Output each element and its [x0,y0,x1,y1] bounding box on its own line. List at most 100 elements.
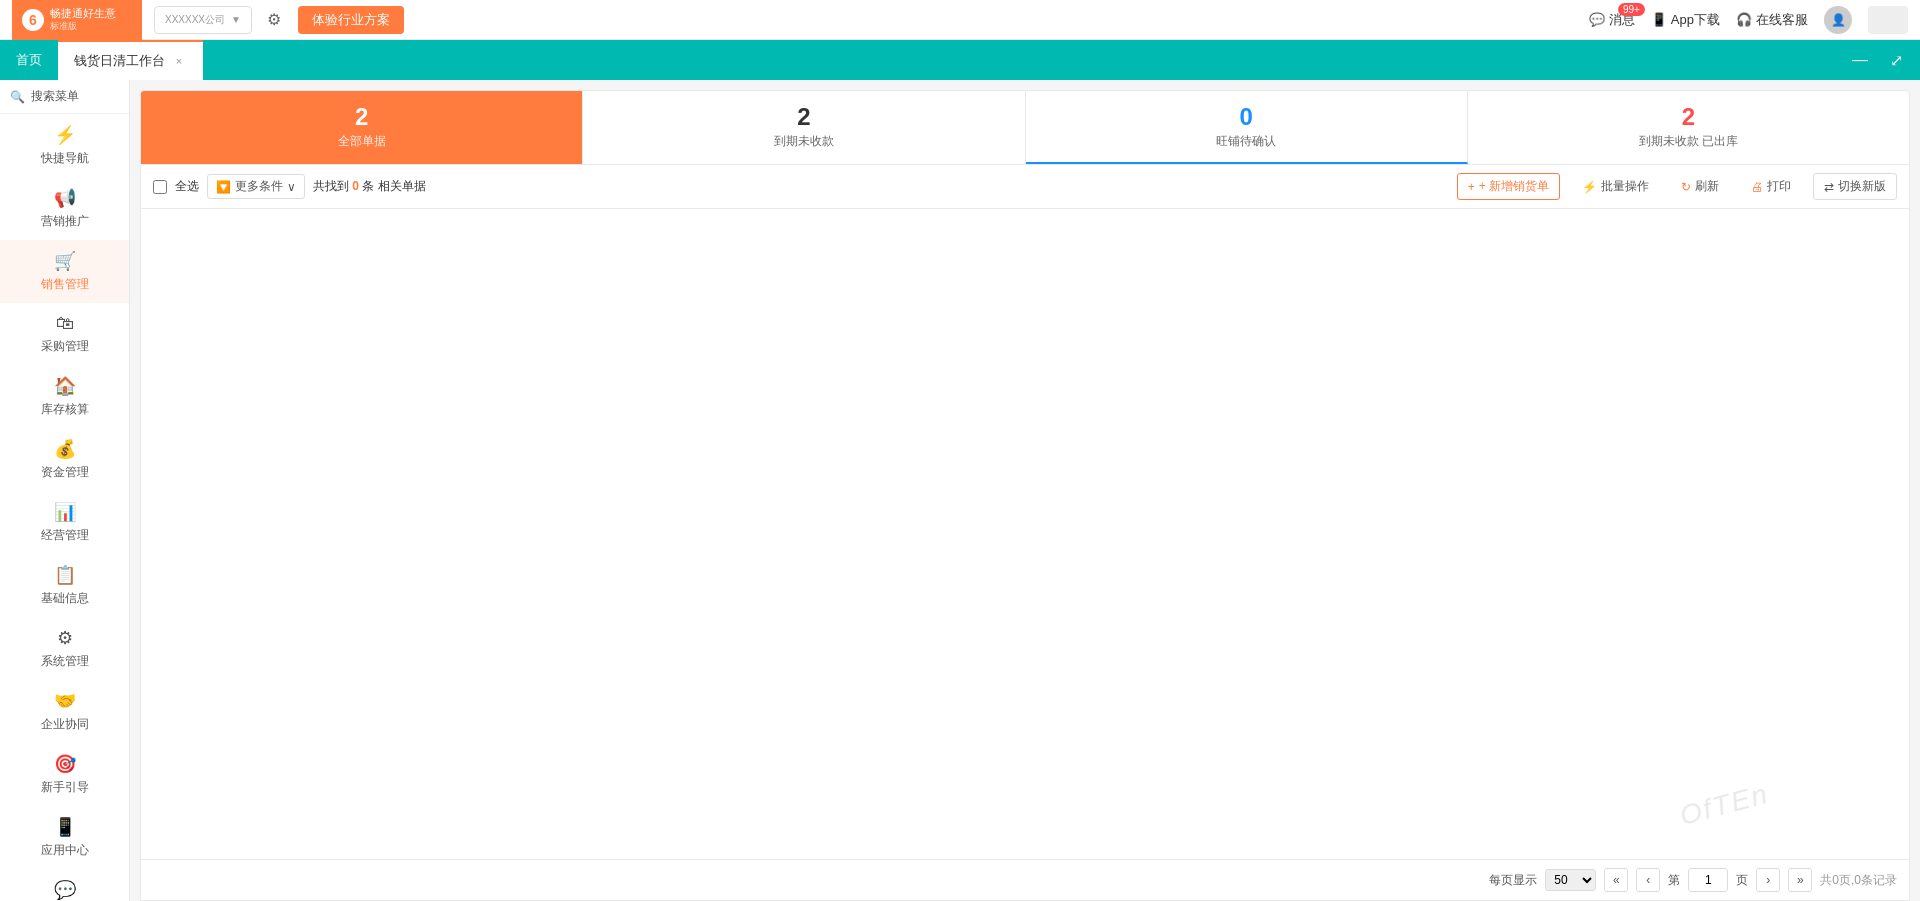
switch-version-button[interactable]: ⇄ 切换新版 [1813,173,1897,200]
found-prefix: 共找到 [313,179,349,193]
page-number-input[interactable] [1688,868,1728,892]
company-selector[interactable]: XXXXXX公司 ▼ [154,6,252,34]
stat-num-overdue-out: 2 [1682,103,1695,131]
select-all-checkbox[interactable] [153,180,167,194]
next-page-icon: › [1766,873,1770,887]
found-suffix: 条 相关单据 [362,179,425,193]
first-page-icon: « [1613,873,1620,887]
stat-tab-wangpu[interactable]: 0 旺铺待确认 [1026,91,1468,164]
basic-info-icon: 📋 [54,564,76,586]
stat-label-all: 全部单据 [338,133,386,150]
toolbar: 全选 🔽 更多条件 ∨ 共找到 0 条 相关单据 + + 新增销货单 ⚡ 批量操… [140,165,1910,209]
stat-tab-overdue[interactable]: 2 到期未收款 [583,91,1025,164]
dropdown-icon: ▼ [231,14,241,25]
sidebar-item-purchase[interactable]: 🛍 采购管理 [0,303,129,365]
sidebar-item-marketing[interactable]: 📢 营销推广 [0,177,129,240]
wechat-icon: 💬 [54,879,76,901]
next-page-button[interactable]: › [1756,868,1780,892]
prev-page-icon: ‹ [1646,873,1650,887]
operations-icon: 📊 [54,501,76,523]
company-name: XXXXXX公司 [165,13,225,27]
refresh-button[interactable]: ↻ 刷新 [1671,174,1729,199]
sidebar-item-newbie[interactable]: 🎯 新手引导 [0,743,129,806]
gear-icon: ⚙ [267,10,281,29]
tab-workbench[interactable]: 钱货日清工作台 × [58,40,203,80]
main-layout: 🔍 搜索菜单 ⚡ 快捷导航 📢 营销推广 🛒 销售管理 🛍 采购管理 🏠 库存核… [0,80,1920,901]
top-right-area: 💬 消息 99+ 📱 App下载 🎧 在线客服 👤 [1589,6,1908,34]
sidebar-item-inventory[interactable]: 🏠 库存核算 [0,365,129,428]
stat-tab-overdue-out[interactable]: 2 到期未收款 已出库 [1468,91,1909,164]
stat-tab-all[interactable]: 2 全部单据 [141,91,583,164]
batch-operation-button[interactable]: ⚡ 批量操作 [1572,174,1659,199]
sidebar-item-wechat[interactable]: 💬 企业微信 [0,869,129,901]
message-icon: 💬 [1589,12,1605,27]
online-service-label: 在线客服 [1756,11,1808,29]
message-item[interactable]: 💬 消息 99+ [1589,11,1635,29]
first-page-button[interactable]: « [1604,868,1628,892]
sidebar-label-newbie: 新手引导 [41,779,89,796]
sidebar-item-quick-nav[interactable]: ⚡ 快捷导航 [0,114,129,177]
service-icon: 🎧 [1736,12,1752,27]
switch-icon: ⇄ [1824,180,1834,194]
filter-button[interactable]: 🔽 更多条件 ∨ [207,174,305,199]
filter-icon: 🔽 [216,180,231,194]
home-tab-label: 首页 [16,51,42,69]
enterprise-icon: 🤝 [54,690,76,712]
stat-num-wangpu: 0 [1239,103,1252,131]
top-bar: 6 畅捷通好生意 标准版 XXXXXX公司 ▼ ⚙ 体验行业方案 💬 消息 99… [0,0,1920,40]
search-label: 搜索菜单 [31,88,79,105]
sidebar-item-basic-info[interactable]: 📋 基础信息 [0,554,129,617]
add-sales-order-button[interactable]: + + 新增销货单 [1457,173,1560,200]
sidebar-item-operations[interactable]: 📊 经营管理 [0,491,129,554]
stats-tabs: 2 全部单据 2 到期未收款 0 旺铺待确认 2 到期未收款 已出库 [140,90,1910,165]
sales-icon: 🛒 [54,250,76,272]
sidebar-label-quick-nav: 快捷导航 [41,150,89,167]
online-service-item[interactable]: 🎧 在线客服 [1736,11,1808,29]
maximize-icon: ⤢ [1890,51,1903,70]
avatar[interactable]: 👤 [1824,6,1852,34]
sidebar-label-system: 系统管理 [41,653,89,670]
minimize-icon: — [1852,51,1868,69]
nav-tabs-right: — ⤢ [1846,46,1920,74]
toolbar-right: + + 新增销货单 ⚡ 批量操作 ↻ 刷新 🖨 打印 ⇄ 切换新版 [1457,173,1897,200]
batch-icon: ⚡ [1582,180,1597,194]
logo-area: 6 畅捷通好生意 标准版 [12,0,142,40]
nav-tabs: 首页 钱货日清工作台 × — ⤢ [0,40,1920,80]
tab-minimize-btn[interactable]: — [1846,46,1874,74]
sidebar-label-marketing: 营销推广 [41,213,89,230]
sidebar-label-sales: 销售管理 [41,276,89,293]
search-icon: 🔍 [10,90,25,104]
add-btn-label: + 新增销货单 [1479,178,1549,195]
page-size-select[interactable]: 50 100 200 [1545,869,1596,891]
tab-home[interactable]: 首页 [0,40,58,80]
tab-maximize-btn[interactable]: ⤢ [1882,46,1910,74]
message-badge: 99+ [1618,3,1645,16]
last-page-button[interactable]: » [1788,868,1812,892]
stat-label-overdue-out: 到期未收款 已出库 [1639,133,1738,150]
sidebar-label-finance: 资金管理 [41,464,89,481]
filter-chevron: ∨ [287,180,296,194]
trial-button[interactable]: 体验行业方案 [298,6,404,34]
quick-nav-icon: ⚡ [54,124,76,146]
sidebar-label-inventory: 库存核算 [41,401,89,418]
stat-num-overdue: 2 [797,103,810,131]
print-btn-label: 打印 [1767,178,1791,195]
sidebar-item-enterprise[interactable]: 🤝 企业协同 [0,680,129,743]
sidebar-item-sales[interactable]: 🛒 销售管理 [0,240,129,303]
purchase-icon: 🛍 [56,313,74,334]
settings-button[interactable]: ⚙ [260,6,288,34]
sidebar-item-finance[interactable]: 💰 资金管理 [0,428,129,491]
prev-page-button[interactable]: ‹ [1636,868,1660,892]
page-size-label: 每页显示 [1489,872,1537,889]
tab-close-icon[interactable]: × [171,53,187,69]
app-download-label: App下载 [1671,11,1720,29]
sidebar-item-app-center[interactable]: 📱 应用中心 [0,806,129,869]
refresh-icon: ↻ [1681,180,1691,194]
sidebar-search[interactable]: 🔍 搜索菜单 [0,80,129,114]
app-download-item[interactable]: 📱 App下载 [1651,11,1720,29]
workbench-tab-label: 钱货日清工作台 [74,52,165,70]
user-name-area[interactable] [1868,6,1908,34]
print-button[interactable]: 🖨 打印 [1741,174,1801,199]
system-icon: ⚙ [57,627,73,649]
sidebar-item-system[interactable]: ⚙ 系统管理 [0,617,129,680]
